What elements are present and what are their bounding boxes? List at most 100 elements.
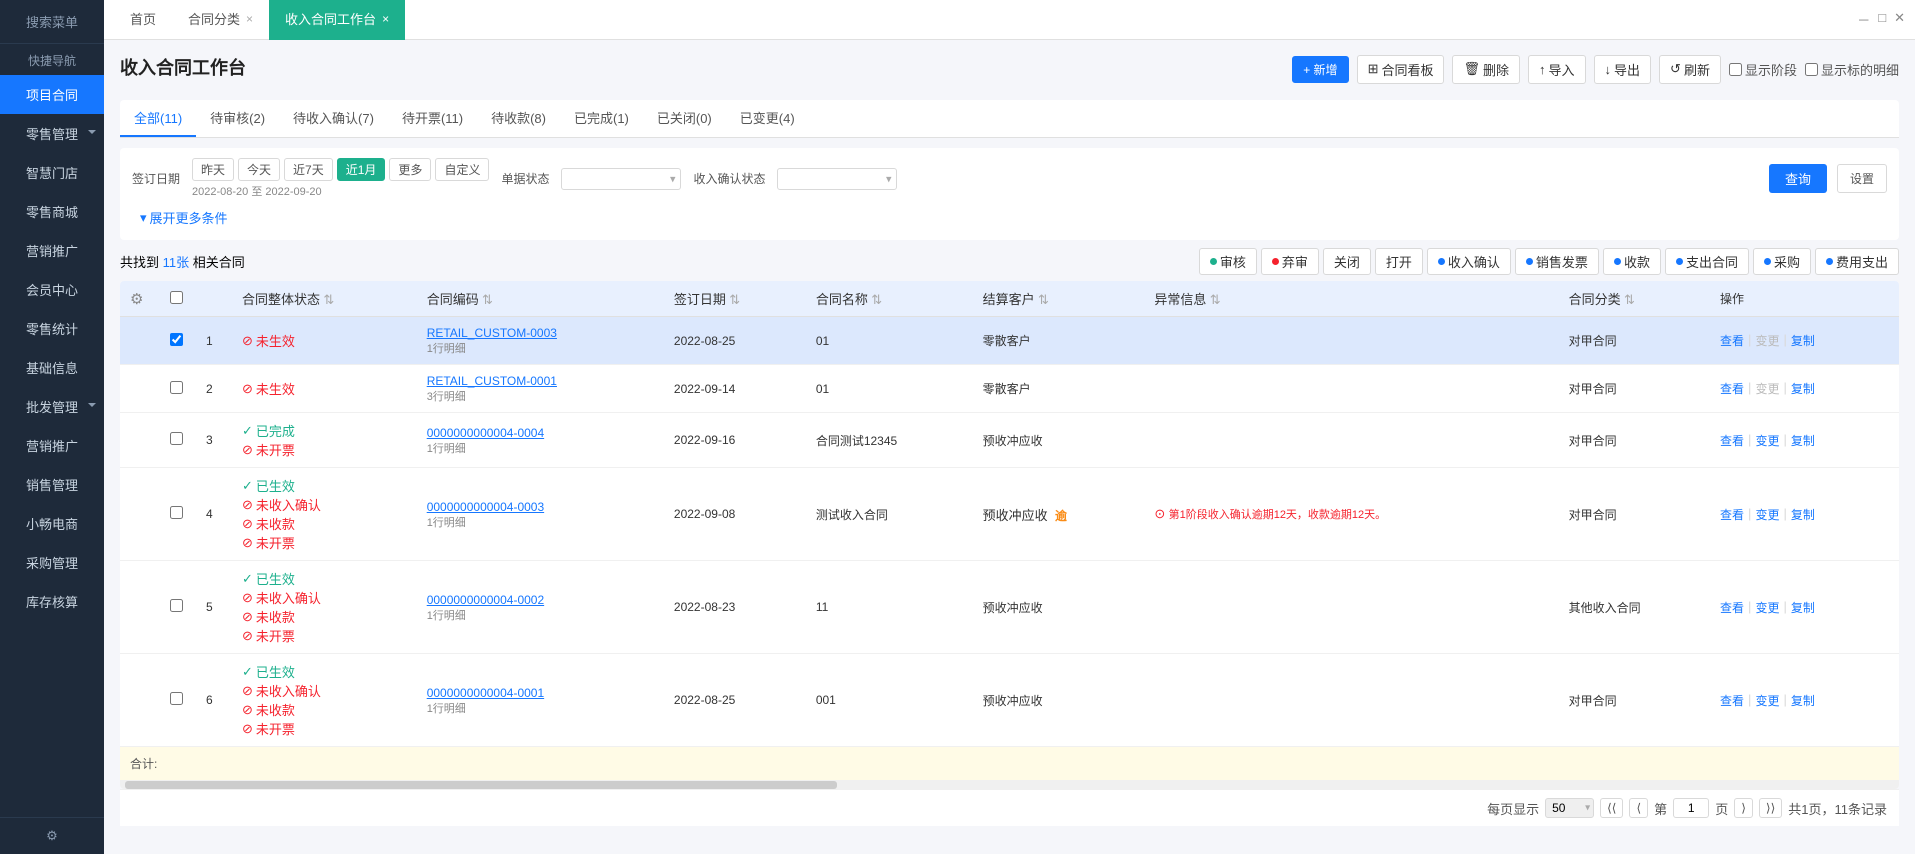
row6-check[interactable] xyxy=(170,692,183,705)
row3-check[interactable] xyxy=(170,432,183,445)
date-btn-more[interactable]: 更多 xyxy=(389,158,431,181)
row6-change-btn[interactable]: 变更 xyxy=(1755,692,1779,709)
sidebar-quick-nav[interactable]: 快捷导航 xyxy=(0,44,104,75)
page-input[interactable] xyxy=(1673,798,1709,818)
status-tab-pending-invoice[interactable]: 待开票(11) xyxy=(388,100,477,137)
import-button[interactable]: ↑ 导入 xyxy=(1528,55,1586,84)
status-tab-changed[interactable]: 已变更(4) xyxy=(726,100,809,137)
date-btn-last1m[interactable]: 近1月 xyxy=(337,158,386,181)
row1-change-btn[interactable]: 变更 xyxy=(1755,332,1779,349)
row3-change-btn[interactable]: 变更 xyxy=(1755,432,1779,449)
sidebar-item-retail-mgmt[interactable]: 零售管理 xyxy=(0,114,104,153)
last-page-btn[interactable]: ⟩⟩ xyxy=(1759,798,1782,818)
status-tab-pending-confirm[interactable]: 待收入确认(7) xyxy=(279,100,388,137)
row1-code-link[interactable]: RETAIL_CUSTOM-0003 xyxy=(427,326,557,340)
row1-copy-btn[interactable]: 复制 xyxy=(1791,332,1815,349)
row5-copy-btn[interactable]: 复制 xyxy=(1791,599,1815,616)
sidebar-item-retail-stats[interactable]: 零售统计 xyxy=(0,309,104,348)
sidebar-item-xiaochang[interactable]: 小畅电商 xyxy=(0,504,104,543)
status-tab-pending-review[interactable]: 待审核(2) xyxy=(196,100,279,137)
expense-out-btn[interactable]: 费用支出 xyxy=(1815,248,1899,275)
payment-btn[interactable]: 收款 xyxy=(1603,248,1661,275)
purchase-btn[interactable]: 采购 xyxy=(1753,248,1811,275)
col-abnormal-info[interactable]: 异常信息 ⇅ xyxy=(1144,281,1558,317)
sidebar-item-marketing2[interactable]: 营销推广 xyxy=(0,426,104,465)
col-contract-code[interactable]: 合同编码 ⇅ xyxy=(417,281,664,317)
abandon-btn[interactable]: 弃审 xyxy=(1261,248,1319,275)
row4-view-btn[interactable]: 查看 xyxy=(1720,506,1744,523)
tab-contract-cat[interactable]: 合同分类 × xyxy=(172,0,269,40)
col-settings[interactable]: ⚙ xyxy=(120,281,160,317)
sidebar-settings[interactable]: ⚙ xyxy=(0,817,104,854)
date-btn-last7[interactable]: 近7天 xyxy=(284,158,333,181)
col-settlement-customer[interactable]: 结算客户 ⇅ xyxy=(973,281,1145,317)
show-details-checkbox[interactable] xyxy=(1805,63,1818,76)
sales-invoice-btn[interactable]: 销售发票 xyxy=(1515,248,1599,275)
window-maximize[interactable]: □ xyxy=(1878,10,1886,29)
sidebar-item-sales-mgmt[interactable]: 销售管理 xyxy=(0,465,104,504)
sidebar-item-marketing[interactable]: 营销推广 xyxy=(0,231,104,270)
col-overall-status[interactable]: 合同整体状态 ⇅ xyxy=(232,281,417,317)
row4-change-btn[interactable]: 变更 xyxy=(1755,506,1779,523)
sidebar-item-smart-store[interactable]: 智慧门店 xyxy=(0,153,104,192)
row6-copy-btn[interactable]: 复制 xyxy=(1791,692,1815,709)
status-tab-all[interactable]: 全部(11) xyxy=(120,100,196,137)
kanban-button[interactable]: ⊞ 合同看板 xyxy=(1357,55,1445,84)
tab-income-workbench[interactable]: 收入合同工作台 × xyxy=(269,0,405,40)
date-btn-custom[interactable]: 自定义 xyxy=(435,158,489,181)
sidebar-item-inventory[interactable]: 库存核算 xyxy=(0,582,104,621)
col-contract-name[interactable]: 合同名称 ⇅ xyxy=(806,281,973,317)
first-page-btn[interactable]: ⟨⟨ xyxy=(1600,798,1623,818)
row2-check[interactable] xyxy=(170,381,183,394)
row5-view-btn[interactable]: 查看 xyxy=(1720,599,1744,616)
sidebar-search[interactable]: 搜索菜单 xyxy=(0,0,104,44)
row4-code-link[interactable]: 0000000000004-0003 xyxy=(427,500,544,514)
new-button[interactable]: + 新增 xyxy=(1292,56,1348,83)
sidebar-item-retail-commerce[interactable]: 零售商城 xyxy=(0,192,104,231)
row2-copy-btn[interactable]: 复制 xyxy=(1791,380,1815,397)
row6-view-btn[interactable]: 查看 xyxy=(1720,692,1744,709)
income-confirm-btn[interactable]: 收入确认 xyxy=(1427,248,1511,275)
delete-button[interactable]: 🗑 删除 xyxy=(1452,55,1520,84)
close-btn[interactable]: 关闭 xyxy=(1323,248,1371,275)
status-tab-pending-payment[interactable]: 待收款(8) xyxy=(477,100,560,137)
row3-view-btn[interactable]: 查看 xyxy=(1720,432,1744,449)
date-btn-today[interactable]: 今天 xyxy=(238,158,280,181)
query-button[interactable]: 查询 xyxy=(1769,164,1827,193)
tab-contract-cat-close[interactable]: × xyxy=(246,12,253,26)
row3-copy-btn[interactable]: 复制 xyxy=(1791,432,1815,449)
expand-filter-button[interactable]: ▾ 展开更多条件 xyxy=(132,205,1887,230)
row4-check[interactable] xyxy=(170,506,183,519)
column-settings-icon[interactable]: ⚙ xyxy=(130,291,143,308)
row1-check[interactable] xyxy=(170,333,183,346)
row6-code-link[interactable]: 0000000000004-0001 xyxy=(427,686,544,700)
income-confirm-select[interactable] xyxy=(777,168,897,190)
status-tab-completed[interactable]: 已完成(1) xyxy=(560,100,643,137)
sidebar-item-purchase[interactable]: 采购管理 xyxy=(0,543,104,582)
row5-change-btn[interactable]: 变更 xyxy=(1755,599,1779,616)
sidebar-item-member[interactable]: 会员中心 xyxy=(0,270,104,309)
row2-view-btn[interactable]: 查看 xyxy=(1720,380,1744,397)
tab-income-workbench-close[interactable]: × xyxy=(382,12,389,26)
show-stages-checkbox-wrap[interactable]: 显示阶段 xyxy=(1729,60,1797,79)
select-all-checkbox[interactable] xyxy=(170,291,183,304)
tab-home[interactable]: 首页 xyxy=(114,0,172,40)
row5-code-link[interactable]: 0000000000004-0002 xyxy=(427,593,544,607)
refresh-button[interactable]: ↺ 刷新 xyxy=(1659,55,1721,84)
row2-change-btn[interactable]: 变更 xyxy=(1755,380,1779,397)
status-tab-closed[interactable]: 已关闭(0) xyxy=(643,100,726,137)
export-button[interactable]: ↓ 导出 xyxy=(1594,55,1652,84)
show-details-checkbox-wrap[interactable]: 显示标的明细 xyxy=(1805,60,1899,79)
show-stages-checkbox[interactable] xyxy=(1729,63,1742,76)
next-page-btn[interactable]: ⟩ xyxy=(1734,798,1753,818)
review-btn[interactable]: 审核 xyxy=(1199,248,1257,275)
row2-code-link[interactable]: RETAIL_CUSTOM-0001 xyxy=(427,374,557,388)
doc-status-select[interactable] xyxy=(561,168,681,190)
row4-copy-btn[interactable]: 复制 xyxy=(1791,506,1815,523)
per-page-select[interactable]: 10 20 50 100 xyxy=(1545,798,1594,818)
sidebar-item-wholesale[interactable]: 批发管理 xyxy=(0,387,104,426)
window-close[interactable]: ✕ xyxy=(1894,10,1905,29)
col-contract-category[interactable]: 合同分类 ⇅ xyxy=(1559,281,1710,317)
sidebar-item-basic-info[interactable]: 基础信息 xyxy=(0,348,104,387)
sidebar-item-project[interactable]: 项目合同 xyxy=(0,75,104,114)
